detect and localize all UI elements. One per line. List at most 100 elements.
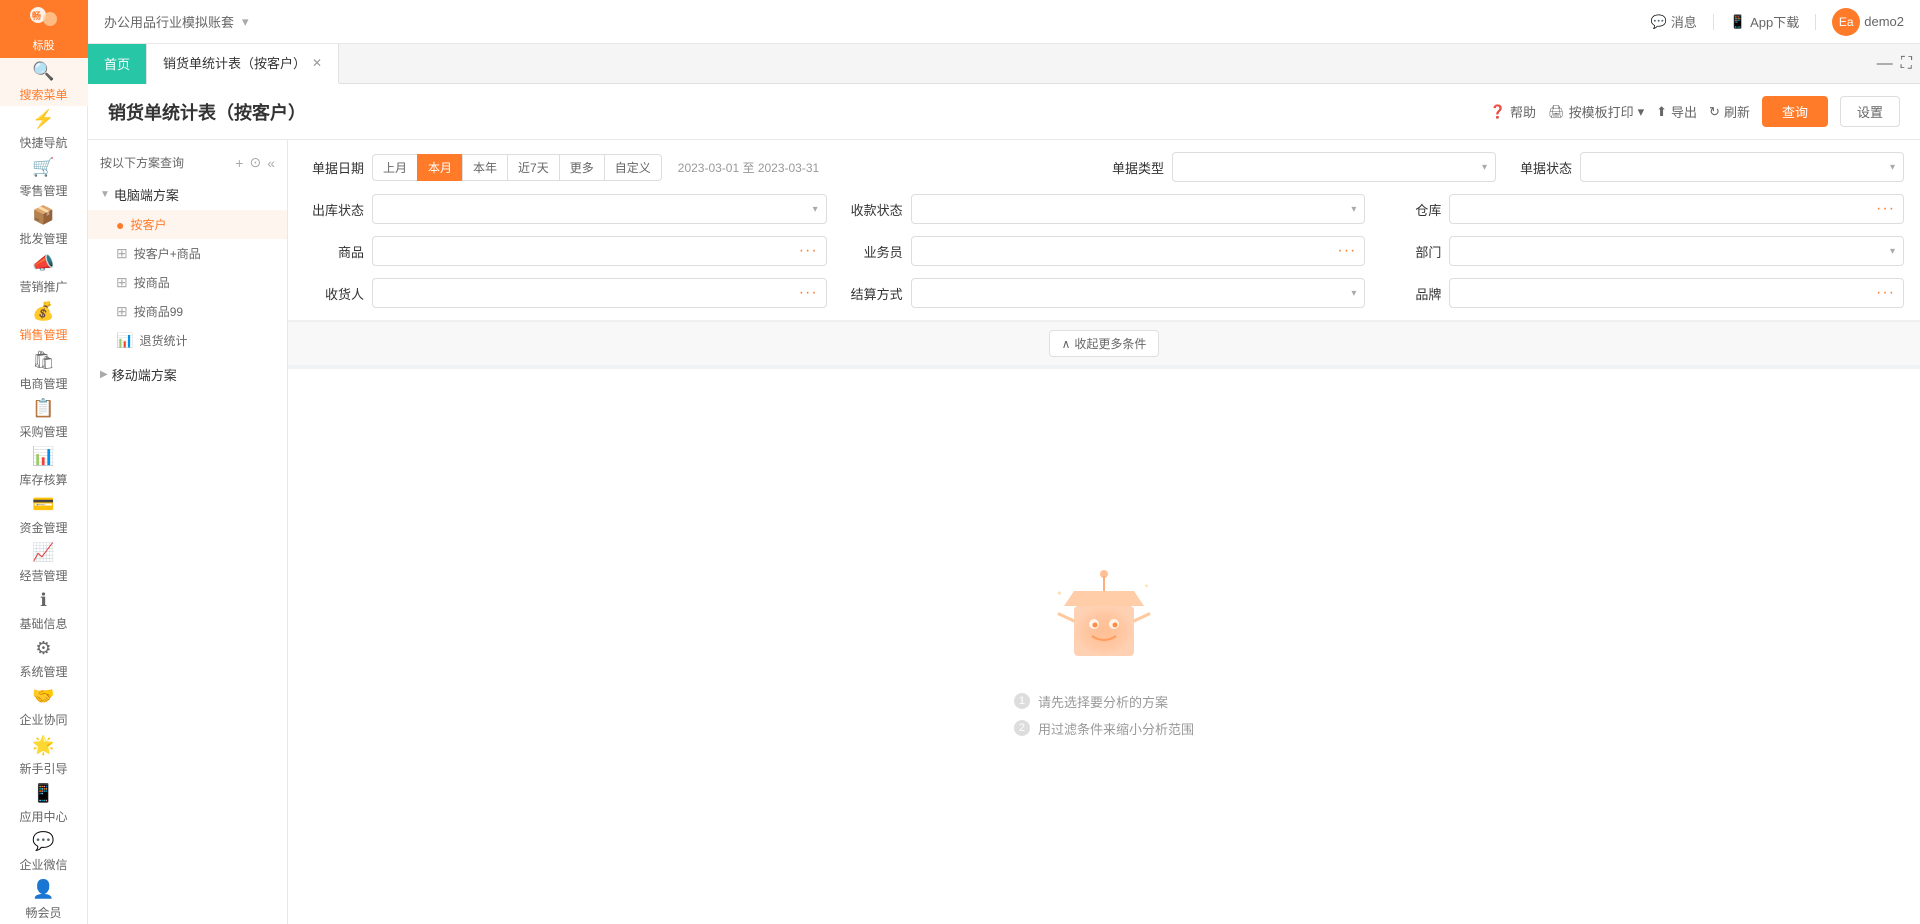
scheme-item-by-customer-product[interactable]: ⊞ 按客户+商品 (88, 239, 287, 268)
help-btn[interactable]: ❓ 帮助 (1490, 102, 1536, 121)
sidebar-item-app-center[interactable]: 📱 应用中心 (0, 780, 88, 828)
brand-select[interactable]: ··· (1449, 278, 1904, 308)
filter-row-1: 单据日期 上月 本月 本年 近7天 更多 自定义 2023-03-01 至 20… (304, 152, 1904, 182)
scheme-add-icon[interactable]: + (235, 155, 243, 171)
user-info-btn[interactable]: Ea demo2 (1832, 8, 1904, 36)
product-label: 商品 (304, 242, 364, 261)
sidebar-item-wechat[interactable]: 💬 企业微信 (0, 828, 88, 876)
main-area: 办公用品行业模拟账套 ▾ 💬 消息 📱 App下载 Ea demo2 (88, 0, 1920, 924)
filter-col-doc-status: 单据状态 ▾ (1512, 152, 1904, 182)
setting-button[interactable]: 设置 (1840, 96, 1900, 127)
payment-status-select[interactable]: ▾ (911, 194, 1366, 224)
filter-row-3: 商品 ··· 业务员 ··· 部门 (304, 236, 1904, 266)
empty-tip-1-text: 请先选择要分析的方案 (1038, 692, 1168, 711)
print-btn[interactable]: 🖨 按模板打印 ▾ (1548, 102, 1644, 121)
industry-dropdown-arrow[interactable]: ▾ (242, 14, 249, 30)
sidebar-item-business[interactable]: 📈 经营管理 (0, 539, 88, 587)
wholesale-icon: 📦 (32, 205, 54, 226)
sidebar-item-enterprise[interactable]: 🤝 企业协同 (0, 683, 88, 731)
refresh-btn[interactable]: ↻ 刷新 (1709, 102, 1750, 121)
sidebar-item-inventory[interactable]: 📊 库存核算 (0, 443, 88, 491)
filter-col-department: 部门 ▾ (1381, 236, 1904, 266)
settlement-select[interactable]: ▾ (911, 278, 1366, 308)
filter-row-2: 出库状态 ▾ 收款状态 ▾ 仓库 (304, 194, 1904, 224)
message-label: 消息 (1671, 12, 1697, 31)
scheme-item-product-label: 按商品 (134, 274, 170, 291)
sidebar-item-search[interactable]: 🔍 搜索菜单 (0, 58, 88, 106)
warehouse-select[interactable]: ··· (1449, 194, 1904, 224)
date-btn-this-year[interactable]: 本年 (462, 154, 507, 181)
collapse-btn[interactable]: ∧ 收起更多条件 (1049, 330, 1160, 357)
quicknav-icon: ⚡ (32, 109, 54, 130)
username-label: demo2 (1864, 14, 1904, 29)
svg-text:畅: 畅 (32, 10, 41, 21)
date-btn-more[interactable]: 更多 (559, 154, 604, 181)
date-btn-last-month[interactable]: 上月 (372, 154, 417, 181)
scheme-item-product99-label: 按商品99 (134, 303, 183, 320)
scheme-group-mobile-header[interactable]: ▶ 移动端方案 (88, 359, 287, 390)
doc-status-select[interactable]: ▾ (1580, 152, 1904, 182)
ecommerce-icon: 🛍 (32, 350, 55, 371)
tab-home[interactable]: 首页 (88, 44, 147, 84)
sidebar-item-newbie[interactable]: 🌟 新手引导 (0, 732, 88, 780)
sidebar-item-marketing[interactable]: 📣 营销推广 (0, 250, 88, 298)
sidebar: 畅 标股 🔍 搜索菜单 ⚡ 快捷导航 🛒 零售管理 📦 批发管理 📣 营销推广 … (0, 0, 88, 924)
salesperson-select[interactable]: ··· (911, 236, 1366, 266)
sidebar-item-wholesale[interactable]: 📦 批发管理 (0, 202, 88, 250)
tab-home-label: 首页 (104, 54, 130, 73)
sidebar-item-member[interactable]: 👤 畅会员 (0, 876, 88, 924)
sidebar-item-purchase-label: 采购管理 (19, 423, 67, 440)
sidebar-item-sales-label: 销售管理 (19, 326, 67, 343)
scheme-collapse-icon[interactable]: « (267, 155, 275, 171)
date-btn-this-month[interactable]: 本月 (417, 154, 462, 181)
enterprise-icon: 🤝 (32, 686, 54, 707)
app-download-label: App下载 (1750, 12, 1799, 31)
message-btn[interactable]: 💬 消息 (1651, 12, 1697, 31)
print-dropdown-arrow: ▾ (1638, 104, 1645, 120)
sidebar-item-retail[interactable]: 🛒 零售管理 (0, 154, 88, 202)
scheme-item-return-stats[interactable]: 📊 退货统计 (88, 326, 287, 355)
scheme-item-customer-product-icon: ⊞ (116, 245, 128, 262)
refresh-label: 刷新 (1724, 102, 1750, 121)
scheme-item-return-label: 退货统计 (139, 332, 187, 349)
export-btn[interactable]: ⬆ 导出 (1656, 102, 1697, 121)
window-maximize-btn[interactable]: ⛶ (1901, 55, 1912, 73)
window-minimize-btn[interactable]: — (1877, 55, 1893, 73)
sidebar-item-purchase[interactable]: 📋 采购管理 (0, 395, 88, 443)
app-download-btn[interactable]: 📱 App下载 (1730, 12, 1799, 31)
sidebar-item-system[interactable]: ⚙ 系统管理 (0, 635, 88, 683)
scheme-settings-icon[interactable]: ⊙ (249, 154, 261, 171)
tab-sales-stats[interactable]: 销货单统计表（按客户） ✕ (147, 44, 339, 84)
recipient-select[interactable]: ··· (372, 278, 827, 308)
filter-col-date: 单据日期 上月 本月 本年 近7天 更多 自定义 2023-03-01 至 20… (304, 154, 1088, 181)
system-icon: ⚙ (35, 638, 51, 659)
ship-status-select[interactable]: ▾ (372, 194, 827, 224)
scheme-group-desktop-header[interactable]: ▼ 电脑端方案 (88, 179, 287, 210)
sidebar-item-basic[interactable]: ℹ 基础信息 (0, 587, 88, 635)
doc-type-select[interactable]: ▾ (1172, 152, 1496, 182)
empty-tip-1: 1 请先选择要分析的方案 (1014, 692, 1194, 711)
scheme-item-by-product[interactable]: ⊞ 按商品 (88, 268, 287, 297)
date-btn-last-7-days[interactable]: 近7天 (507, 154, 559, 181)
sidebar-item-ecommerce-label: 电商管理 (19, 375, 67, 392)
product-select[interactable]: ··· (372, 236, 827, 266)
filter-col-salesperson: 业务员 ··· (843, 236, 1366, 266)
empty-tip-2: 2 用过滤条件来缩小分析范围 (1014, 719, 1194, 738)
scheme-item-by-product-99[interactable]: ⊞ 按商品99 (88, 297, 287, 326)
settlement-arrow: ▾ (1351, 288, 1356, 299)
avatar: Ea (1832, 8, 1860, 36)
sidebar-item-ecommerce[interactable]: 🛍 电商管理 (0, 347, 88, 395)
sidebar-item-quick-nav[interactable]: ⚡ 快捷导航 (0, 106, 88, 154)
sidebar-item-sales[interactable]: 💰 销售管理 (0, 298, 88, 346)
settlement-label: 结算方式 (843, 284, 903, 303)
empty-state: ✦ ✦ 1 请先选择要分析的方案 2 用过滤条件来缩小分析范围 (288, 369, 1920, 924)
print-label: 按模板打印 (1569, 102, 1634, 121)
date-btn-custom[interactable]: 自定义 (604, 154, 662, 181)
department-select[interactable]: ▾ (1449, 236, 1904, 266)
sidebar-item-member-label: 畅会员 (25, 904, 61, 921)
scheme-item-by-customer[interactable]: ● 按客户 (88, 210, 287, 239)
tab-close-btn[interactable]: ✕ (312, 56, 322, 70)
sidebar-item-finance[interactable]: 💳 资金管理 (0, 491, 88, 539)
search-icon: 🔍 (32, 61, 54, 82)
query-button[interactable]: 查询 (1762, 96, 1828, 127)
